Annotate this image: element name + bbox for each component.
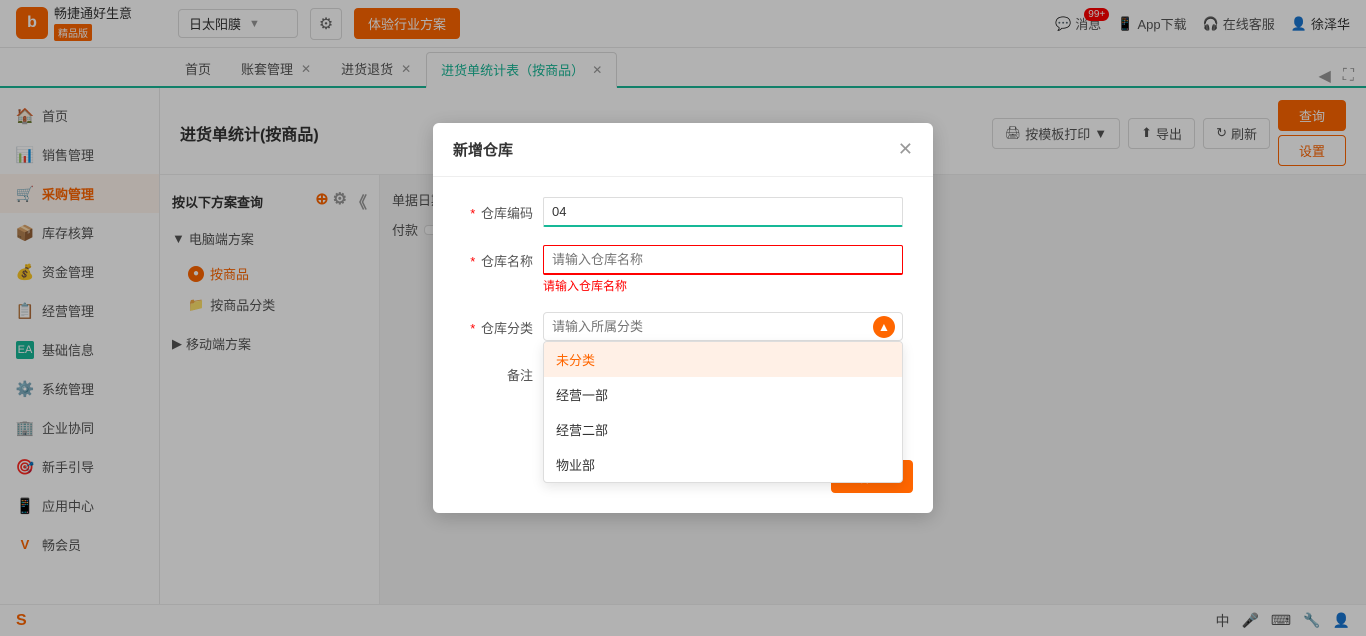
overlay: 新增仓库 ✕ * 仓库编码 * 仓库名称 bbox=[0, 0, 1366, 636]
code-input-wrap bbox=[543, 197, 903, 227]
name-input[interactable] bbox=[543, 245, 903, 275]
required-star: * bbox=[470, 206, 475, 221]
remark-label: 备注 bbox=[463, 359, 533, 384]
dialog-add-warehouse: 新增仓库 ✕ * 仓库编码 * 仓库名称 bbox=[433, 123, 933, 513]
name-label: * 仓库名称 bbox=[463, 245, 533, 270]
code-input[interactable] bbox=[543, 197, 903, 227]
dialog-body: * 仓库编码 * 仓库名称 请输入仓库名称 bbox=[433, 177, 933, 450]
dropdown-item-unclassified[interactable]: 未分类 bbox=[544, 342, 902, 377]
dialog-title: 新增仓库 bbox=[453, 139, 513, 160]
dropdown-item-property[interactable]: 物业部 bbox=[544, 447, 902, 482]
category-toggle-icon[interactable]: ▲ bbox=[873, 316, 895, 338]
category-input[interactable] bbox=[543, 312, 903, 341]
required-star-cat: * bbox=[470, 321, 475, 336]
code-label: * 仓库编码 bbox=[463, 197, 533, 222]
category-dropdown: 未分类 经营一部 经营二部 物业部 bbox=[543, 341, 903, 483]
category-label: * 仓库分类 bbox=[463, 312, 533, 337]
dropdown-item-dept2[interactable]: 经营二部 bbox=[544, 412, 902, 447]
form-row-code: * 仓库编码 bbox=[463, 197, 903, 227]
form-row-category: * 仓库分类 ▲ 未分类 经营一部 经营二部 物业部 bbox=[463, 312, 903, 341]
dropdown-item-dept1[interactable]: 经营一部 bbox=[544, 377, 902, 412]
dialog-header: 新增仓库 ✕ bbox=[433, 123, 933, 177]
dialog-close-icon[interactable]: ✕ bbox=[898, 139, 913, 160]
category-input-wrap: ▲ 未分类 经营一部 经营二部 物业部 bbox=[543, 312, 903, 341]
name-input-wrap: 请输入仓库名称 bbox=[543, 245, 903, 294]
required-star-name: * bbox=[470, 254, 475, 269]
name-error-message: 请输入仓库名称 bbox=[543, 277, 903, 294]
form-row-name: * 仓库名称 请输入仓库名称 bbox=[463, 245, 903, 294]
